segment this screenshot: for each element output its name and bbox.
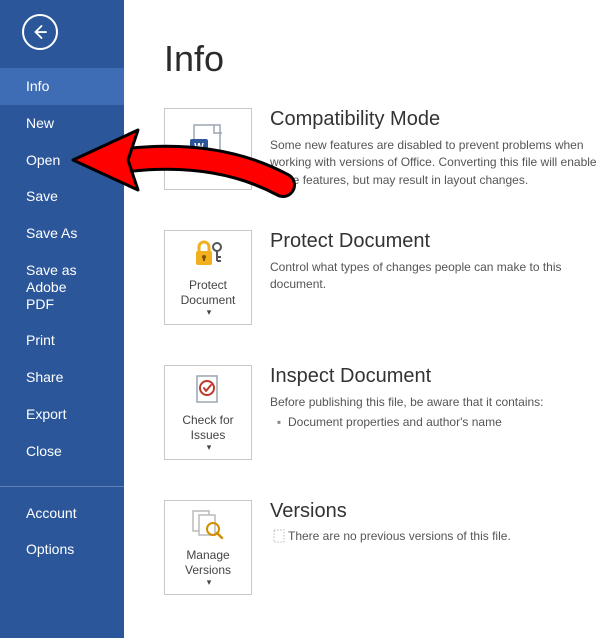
sidebar-item-label: Options bbox=[26, 541, 74, 557]
button-label: Manage Versions bbox=[169, 548, 247, 577]
word-convert-icon: W bbox=[188, 123, 228, 170]
section-compatibility: W Compatibility Mode Some new features a… bbox=[164, 108, 609, 190]
versions-bullet: There are no previous versions of this f… bbox=[270, 529, 609, 546]
back-arrow-icon bbox=[31, 23, 49, 41]
sidebar-item-info[interactable]: Info bbox=[0, 68, 124, 105]
inspect-icon bbox=[193, 374, 223, 407]
sidebar-item-label: Info bbox=[26, 78, 49, 94]
sidebar-item-share[interactable]: Share bbox=[0, 359, 124, 396]
section-title: Protect Document bbox=[270, 230, 609, 253]
protect-document-button[interactable]: Protect Document▾ bbox=[164, 230, 252, 325]
sidebar-item-print[interactable]: Print bbox=[0, 322, 124, 359]
sidebar-divider bbox=[0, 486, 124, 487]
check-for-issues-button[interactable]: Check for Issues▾ bbox=[164, 365, 252, 460]
versions-icon bbox=[191, 509, 225, 542]
dropdown-caret-icon: ▾ bbox=[207, 442, 212, 453]
section-title: Inspect Document bbox=[270, 365, 609, 388]
sidebar-item-save-as-adobe-pdf[interactable]: Save as Adobe PDF bbox=[0, 252, 124, 322]
back-button[interactable] bbox=[22, 14, 58, 50]
sidebar-item-label: Save bbox=[26, 188, 58, 204]
bullet-text: There are no previous versions of this f… bbox=[288, 529, 511, 543]
sidebar-item-export[interactable]: Export bbox=[0, 396, 124, 433]
sidebar-item-label: New bbox=[26, 115, 54, 131]
section-inspect: Check for Issues▾ Inspect Document Befor… bbox=[164, 365, 609, 460]
dropdown-caret-icon: ▾ bbox=[207, 577, 212, 588]
manage-versions-button[interactable]: Manage Versions▾ bbox=[164, 500, 252, 595]
dropdown-caret-icon: ▾ bbox=[207, 307, 212, 318]
bullet-text: Document properties and author's name bbox=[288, 415, 502, 429]
sidebar-item-label: Close bbox=[26, 443, 62, 459]
lock-key-icon bbox=[191, 239, 225, 272]
sidebar-item-close[interactable]: Close bbox=[0, 433, 124, 470]
page-title: Info bbox=[164, 38, 609, 80]
backstage-sidebar: Info New Open Save Save As Save as Adobe… bbox=[0, 0, 124, 638]
sidebar-item-label: Account bbox=[26, 505, 77, 521]
sidebar-item-label: Save As bbox=[26, 225, 77, 241]
sidebar-item-label: Print bbox=[26, 332, 55, 348]
inspect-bullet: ▪ Document properties and author's name bbox=[270, 415, 609, 429]
section-versions: Manage Versions▾ Versions There are no p… bbox=[164, 500, 609, 595]
info-panel: Info W Compatibility Mode Some new featu… bbox=[124, 0, 609, 638]
sidebar-item-label: Share bbox=[26, 369, 63, 385]
sidebar-item-save[interactable]: Save bbox=[0, 178, 124, 215]
section-text: Some new features are disabled to preven… bbox=[270, 137, 609, 189]
sidebar-item-new[interactable]: New bbox=[0, 105, 124, 142]
sidebar-item-label: Export bbox=[26, 406, 66, 422]
section-title: Versions bbox=[270, 500, 609, 523]
sidebar-item-save-as[interactable]: Save As bbox=[0, 215, 124, 252]
convert-button[interactable]: W bbox=[164, 108, 252, 190]
sidebar-item-label: Open bbox=[26, 152, 60, 168]
section-text: Before publishing this file, be aware th… bbox=[270, 394, 609, 411]
button-label: Protect Document bbox=[169, 278, 247, 307]
bullet-icon: ▪ bbox=[270, 415, 288, 429]
section-text: Control what types of changes people can… bbox=[270, 259, 609, 294]
section-protect: Protect Document▾ Protect Document Contr… bbox=[164, 230, 609, 325]
svg-text:W: W bbox=[194, 142, 204, 153]
document-small-icon bbox=[270, 529, 288, 546]
sidebar-item-open[interactable]: Open bbox=[0, 142, 124, 179]
section-title: Compatibility Mode bbox=[270, 108, 609, 131]
button-label: Check for Issues bbox=[169, 413, 247, 442]
sidebar-item-account[interactable]: Account bbox=[0, 495, 124, 532]
sidebar-item-options[interactable]: Options bbox=[0, 531, 124, 568]
sidebar-item-label: Save as Adobe PDF bbox=[26, 262, 77, 312]
